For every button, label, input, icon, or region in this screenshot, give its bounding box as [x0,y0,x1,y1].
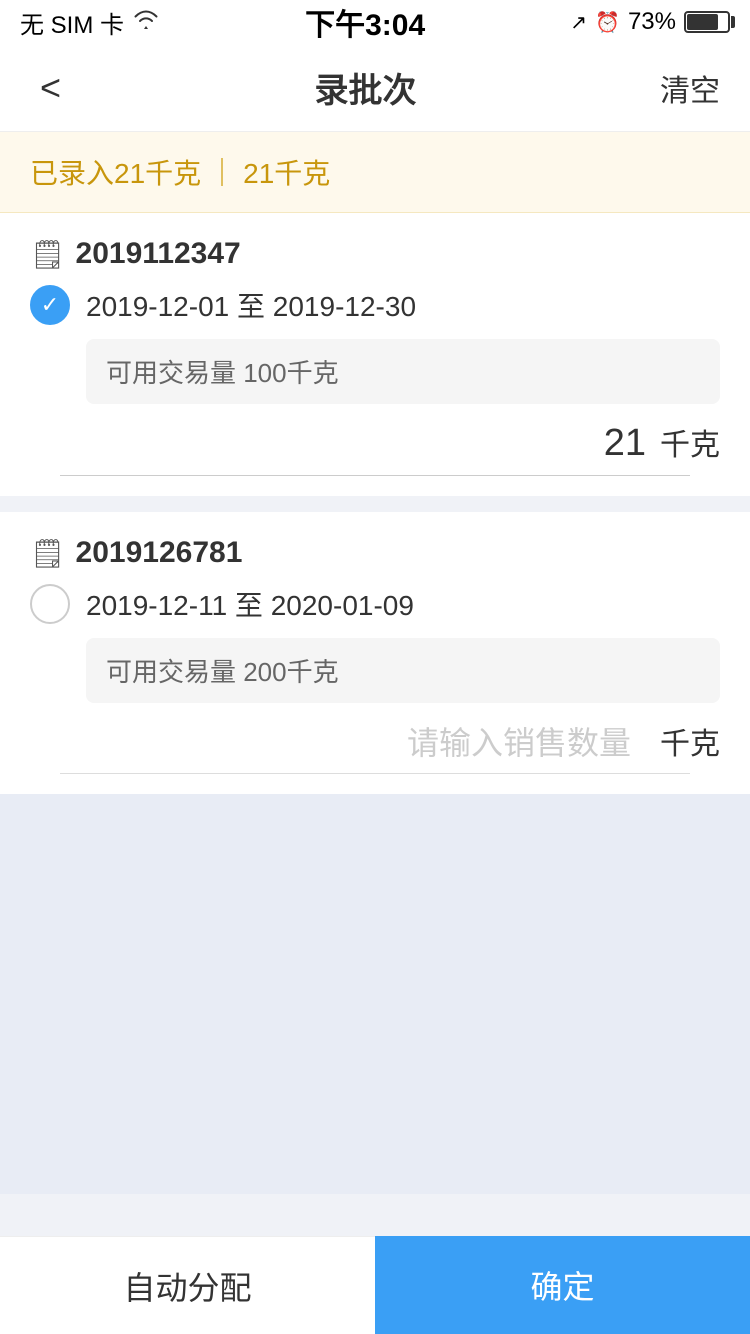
batch-1-unit: 千克 [660,420,720,464]
sales-quantity-input[interactable] [346,725,646,762]
battery-icon [684,11,730,33]
batch-2-icon: 🗒 [30,537,66,570]
batch-2-date: 2019-12-11 至 2020-01-09 [86,584,414,624]
confirm-button[interactable]: 确定 [375,1236,750,1334]
empty-area [0,794,750,1194]
amount-underline-2 [60,773,690,774]
batch-card-2: 🗒 2019126781 2019-12-11 至 2020-01-09 可用交… [0,512,750,794]
batch-1-id: 2019112347 [76,237,241,271]
check-icon: ✓ [41,292,59,318]
auto-distribute-button[interactable]: 自动分配 [0,1236,375,1334]
batch-1-amount-row: 21 千克 [30,420,720,475]
nav-bar: < 录批次 清空 [0,44,750,132]
card-divider [0,496,750,512]
status-bar: 无 SIM 卡 下午3:04 ↗ ⏰ 73% [0,0,750,44]
batch-2-row[interactable]: 2019-12-11 至 2020-01-09 [30,584,720,624]
batch-1-icon: 🗒 [30,238,66,271]
clear-button[interactable]: 清空 [660,66,720,110]
status-right: ↗ ⏰ 73% [570,8,730,36]
batch-2-input-row[interactable]: 千克 [30,719,720,773]
batch-1-avail: 可用交易量 100千克 [86,339,720,404]
batch-card-1: 🗒 2019112347 ✓ 2019-12-01 至 2019-12-30 可… [0,213,750,496]
batch-2-header: 🗒 2019126781 [30,536,720,570]
batch-2-unit: 千克 [660,719,720,763]
batch-1-radio[interactable]: ✓ [30,285,70,325]
batch-1-row[interactable]: ✓ 2019-12-01 至 2019-12-30 [30,285,720,325]
batch-1-header: 🗒 2019112347 [30,237,720,271]
batch-2-id: 2019126781 [76,536,243,570]
batch-2-radio[interactable] [30,584,70,624]
location-icon: ↗ [570,10,587,35]
status-time: 下午3:04 [305,0,425,44]
recorded-amount: 已录入21千克 [30,152,201,192]
page-title: 录批次 [315,63,417,112]
amount-underline-1 [60,475,690,476]
wifi-icon [132,8,160,37]
alarm-icon: ⏰ [595,10,620,35]
no-sim-text: 无 SIM 卡 [20,5,124,40]
batch-1-date: 2019-12-01 至 2019-12-30 [86,285,416,325]
battery-percent: 73% [628,8,676,36]
amount-value: 21千克 [243,152,330,192]
batch-1-amount: 21 [604,422,646,465]
back-button[interactable]: < [30,57,71,119]
bottom-bar: 自动分配 确定 [0,1236,750,1334]
info-divider [221,158,223,186]
batch-2-avail: 可用交易量 200千克 [86,638,720,703]
status-left: 无 SIM 卡 [20,5,160,40]
info-banner: 已录入21千克 21千克 [0,132,750,213]
